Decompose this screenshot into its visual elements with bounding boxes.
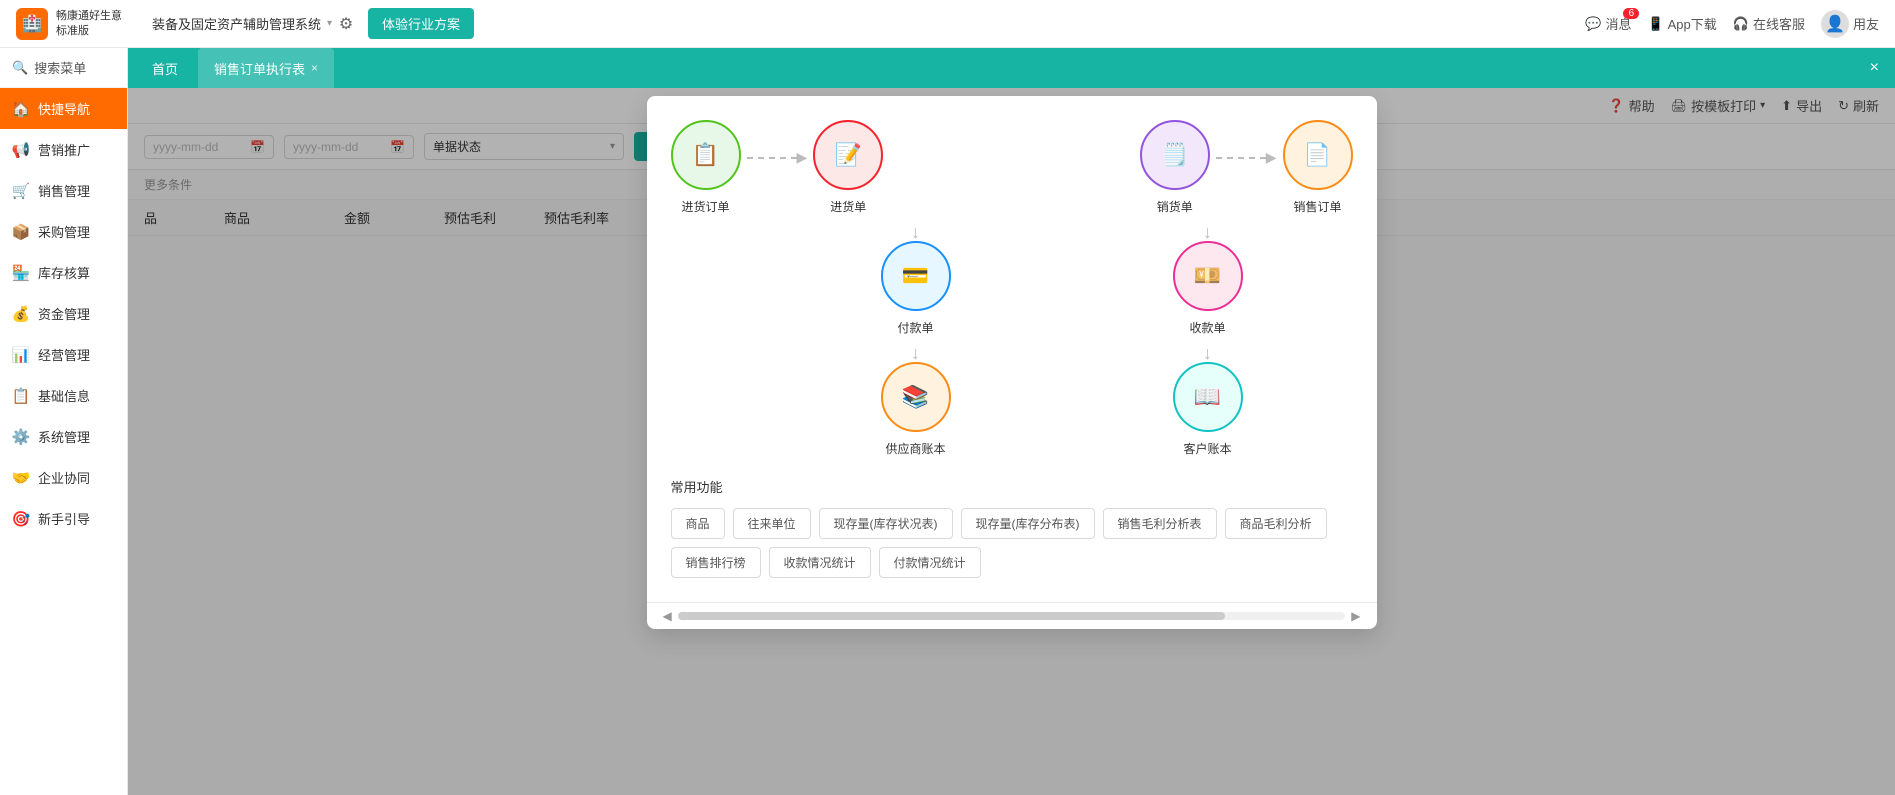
message-button[interactable]: 💬 消息 6 [1585,14,1631,33]
sidebar-item-purchase[interactable]: 📦 采购管理 [0,211,127,252]
tab-home[interactable]: 首页 [136,48,194,88]
tab-close-icon[interactable]: × [311,61,318,75]
user-menu[interactable]: 👤 用友 [1821,10,1879,38]
purchase-bill-label: 进货单 [830,198,866,215]
online-service-button[interactable]: 🎧 在线客服 [1733,14,1805,33]
system-title: 装备及固定资产辅助管理系统 [152,14,321,33]
operations-icon: 📊 [12,346,30,364]
finance-icon: 💰 [12,305,30,323]
common-functions-title: 常用功能 [671,477,1353,496]
sidebar-item-system[interactable]: ⚙️ 系统管理 [0,416,127,457]
func-btn-sales-analysis[interactable]: 销售毛利分析表 [1103,508,1217,539]
purchase-order-label: 进货订单 [681,198,729,215]
sales-order-icon: 📄 [1283,120,1353,190]
purchase-bill-icon: 📝 [813,120,883,190]
logo-text: 畅康通好生意 标准版 [56,9,122,38]
func-btn-payment-stats[interactable]: 付款情况统计 [879,547,981,578]
sales-icon: 🛒 [12,182,30,200]
func-btn-stock-dist[interactable]: 现存量(库存分布表) [961,508,1095,539]
func-btn-partner[interactable]: 往来单位 [733,508,811,539]
sidebar-item-operations[interactable]: 📊 经营管理 [0,334,127,375]
newbie-icon: 🎯 [12,510,30,528]
payment-icon: 💳 [881,241,951,311]
func-btn-product-gross[interactable]: 商品毛利分析 [1225,508,1327,539]
sidebar-item-quick-nav[interactable]: 🏠 快捷导航 [0,88,127,129]
sales-order-label: 销售订单 [1293,198,1341,215]
flow-node-sales-order[interactable]: 📄 销售订单 [1283,120,1353,215]
message-badge: 6 [1623,8,1639,19]
sales-bill-icon: 🗒️ [1140,120,1210,190]
purchase-order-icon: 📋 [671,120,741,190]
system-icon: ⚙️ [12,428,30,446]
purchase-icon: 📦 [12,223,30,241]
sidebar-item-enterprise[interactable]: 🤝 企业协同 [0,457,127,498]
scrollbar-thumb[interactable] [678,612,1225,620]
download-icon: 📱 [1647,16,1663,32]
flow-node-receipt[interactable]: 💴 收款单 [1173,241,1243,336]
enterprise-icon: 🤝 [12,469,30,487]
receipt-label: 收款单 [1189,319,1225,336]
flow-node-sales-bill[interactable]: 🗒️ 销货单 [1140,120,1210,215]
customer-label: 客户账本 [1183,440,1231,457]
sidebar-item-sales[interactable]: 🛒 销售管理 [0,170,127,211]
scroll-right-icon[interactable]: ▶ [1351,609,1360,623]
func-btn-product[interactable]: 商品 [671,508,725,539]
sales-bill-label: 销货单 [1157,198,1193,215]
flow-node-purchase-order[interactable]: 📋 进货订单 [671,120,741,215]
sidebar-item-newbie[interactable]: 🎯 新手引导 [0,498,127,539]
flow-node-purchase-bill[interactable]: 📝 进货单 [813,120,883,215]
customer-icon: 📖 [1173,362,1243,432]
flow-node-customer[interactable]: 📖 客户账本 [1173,362,1243,457]
modal-dialog: 📋 进货订单 ▶ 📝 [647,96,1377,629]
marketing-icon: 📢 [12,141,30,159]
tab-sales-order[interactable]: 销售订单执行表 × [198,48,334,88]
basic-icon: 📋 [12,387,30,405]
func-btn-stock-status[interactable]: 现存量(库存状况表) [819,508,953,539]
search-icon: 🔍 [12,60,28,76]
function-buttons-container: 商品 往来单位 现存量(库存状况表) 现存量(库存分布表) 销售毛利分析表 商品… [671,508,1353,539]
search-menu[interactable]: 🔍 搜索菜单 [0,48,127,88]
service-icon: 🎧 [1733,16,1749,32]
modal-overlay: 📋 进货订单 ▶ 📝 [128,88,1895,795]
sidebar-item-inventory[interactable]: 🏪 库存核算 [0,252,127,293]
avatar: 👤 [1821,10,1849,38]
flow-node-supplier[interactable]: 📚 供应商账本 [881,362,951,457]
receipt-icon: 💴 [1173,241,1243,311]
message-icon: 💬 [1585,16,1601,32]
scrollbar-track[interactable] [678,612,1346,620]
payment-label: 付款单 [897,319,933,336]
scroll-left-icon[interactable]: ◀ [663,609,672,623]
experience-button[interactable]: 体验行业方案 [368,8,474,39]
supplier-icon: 📚 [881,362,951,432]
supplier-label: 供应商账本 [885,440,945,457]
sidebar-item-finance[interactable]: 💰 资金管理 [0,293,127,334]
sidebar-item-marketing[interactable]: 📢 营销推广 [0,129,127,170]
inventory-icon: 🏪 [12,264,30,282]
sidebar-item-basic[interactable]: 📋 基础信息 [0,375,127,416]
app-logo: 🏥 [16,8,48,40]
window-close-icon[interactable]: × [1862,59,1887,77]
app-download-button[interactable]: 📱 App下载 [1647,14,1716,33]
flow-node-payment[interactable]: 💳 付款单 [881,241,951,336]
modal-scrollbar[interactable]: ◀ ▶ [647,602,1377,629]
quick-nav-icon: 🏠 [12,100,30,118]
settings-icon[interactable]: ⚙ [332,10,360,38]
func-btn-receipt-stats[interactable]: 收款情况统计 [769,547,871,578]
func-btn-sales-ranking[interactable]: 销售排行榜 [671,547,761,578]
